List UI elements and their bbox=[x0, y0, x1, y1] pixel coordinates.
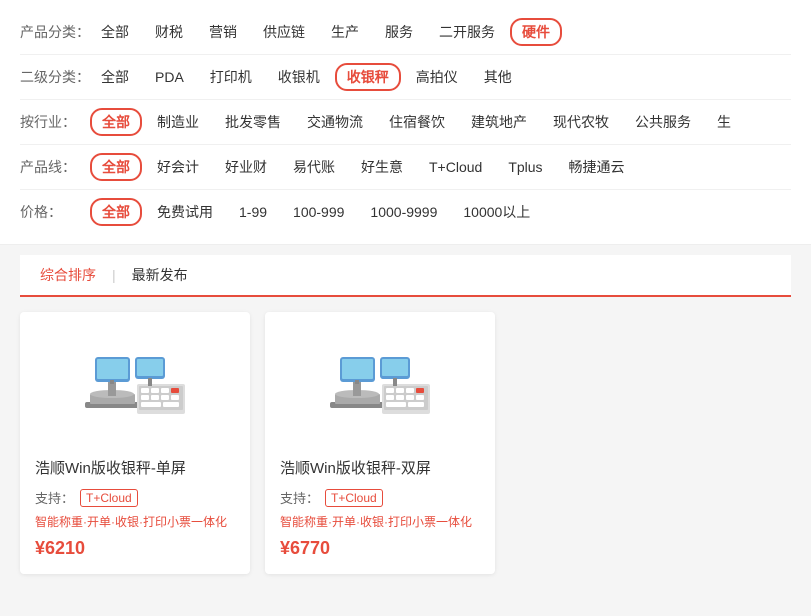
filter-item-price-1000-9999[interactable]: 1000-9999 bbox=[359, 201, 448, 223]
filter-item-category-service[interactable]: 服务 bbox=[374, 19, 424, 45]
filter-item-industry-public[interactable]: 公共服务 bbox=[624, 109, 702, 135]
filter-item-industry-manufacturing[interactable]: 制造业 bbox=[146, 109, 210, 135]
filter-item-line-changjietong[interactable]: 畅捷通云 bbox=[558, 154, 636, 180]
filter-label-industry: 按行业： bbox=[20, 112, 90, 132]
filter-label-product-line: 产品线： bbox=[20, 157, 90, 177]
filter-item-industry-bio[interactable]: 生 bbox=[706, 109, 742, 135]
filter-item-sub-pda[interactable]: PDA bbox=[144, 66, 195, 88]
sort-comprehensive[interactable]: 综合排序 bbox=[30, 261, 106, 289]
filter-item-line-tplus[interactable]: Tplus bbox=[497, 156, 553, 178]
product-desc-1: 智能称重·开单·收银·打印小票一体化 bbox=[35, 513, 235, 530]
filter-item-line-accounting[interactable]: 好会计 bbox=[146, 154, 210, 180]
filter-item-price-100-999[interactable]: 100-999 bbox=[282, 201, 355, 223]
filter-item-price-10000plus[interactable]: 10000以上 bbox=[452, 199, 541, 225]
filter-item-category-opendev[interactable]: 二开服务 bbox=[428, 19, 506, 45]
product-support-label-1: 支持： bbox=[35, 488, 74, 507]
filter-items-industry: 全部 制造业 批发零售 交通物流 住宿餐饮 建筑地产 现代农牧 公共服务 生 bbox=[90, 108, 742, 136]
filter-item-industry-hotel[interactable]: 住宿餐饮 bbox=[378, 109, 456, 135]
product-support-label-2: 支持： bbox=[280, 488, 319, 507]
product-name-2: 浩顺Win版收银秤-双屏 bbox=[280, 457, 480, 478]
filter-row-price: 价格： 全部 免费试用 1-99 100-999 1000-9999 10000… bbox=[20, 190, 791, 234]
product-price-1: ¥6210 bbox=[35, 538, 235, 559]
product-name-1: 浩顺Win版收银秤-单屏 bbox=[35, 457, 235, 478]
filter-item-line-tcloud[interactable]: T+Cloud bbox=[418, 156, 493, 178]
filter-item-sub-printer[interactable]: 打印机 bbox=[199, 64, 263, 90]
filter-items-price: 全部 免费试用 1-99 100-999 1000-9999 10000以上 bbox=[90, 198, 541, 226]
filter-item-sub-cashregister[interactable]: 收银机 bbox=[267, 64, 331, 90]
filter-item-category-all[interactable]: 全部 bbox=[90, 19, 140, 45]
filter-item-category-supply[interactable]: 供应链 bbox=[252, 19, 316, 45]
filter-items-product-line: 全部 好会计 好业财 易代账 好生意 T+Cloud Tplus 畅捷通云 bbox=[90, 153, 636, 181]
product-card-1[interactable]: 浩顺Win版收银秤-单屏 支持： T+Cloud 智能称重·开单·收银·打印小票… bbox=[20, 312, 250, 574]
filter-item-line-finance[interactable]: 好业财 bbox=[214, 154, 278, 180]
filter-item-sub-other[interactable]: 其他 bbox=[473, 64, 523, 90]
filter-row-sub-category: 二级分类： 全部 PDA 打印机 收银机 收银秤 高拍仪 其他 bbox=[20, 55, 791, 100]
filter-row-product-line: 产品线： 全部 好会计 好业财 易代账 好生意 T+Cloud Tplus 畅捷… bbox=[20, 145, 791, 190]
filter-label-sub-category: 二级分类： bbox=[20, 67, 90, 87]
product-support-badge-1: T+Cloud bbox=[80, 489, 138, 507]
product-image-1 bbox=[35, 332, 235, 442]
product-support-1: 支持： T+Cloud bbox=[35, 488, 235, 507]
filter-item-price-1-99[interactable]: 1-99 bbox=[228, 201, 278, 223]
filter-item-sub-all[interactable]: 全部 bbox=[90, 64, 140, 90]
sort-latest[interactable]: 最新发布 bbox=[122, 261, 198, 289]
filter-item-category-production[interactable]: 生产 bbox=[320, 19, 370, 45]
product-desc-2: 智能称重·开单·收银·打印小票一体化 bbox=[280, 513, 480, 530]
filter-label-product-category: 产品分类： bbox=[20, 22, 90, 42]
filter-item-category-marketing[interactable]: 营销 bbox=[198, 19, 248, 45]
product-price-2: ¥6770 bbox=[280, 538, 480, 559]
filter-item-industry-transport[interactable]: 交通物流 bbox=[296, 109, 374, 135]
filter-item-industry-all[interactable]: 全部 bbox=[90, 108, 142, 136]
filter-item-line-agent[interactable]: 易代账 bbox=[282, 154, 346, 180]
filter-item-industry-agriculture[interactable]: 现代农牧 bbox=[542, 109, 620, 135]
product-support-2: 支持： T+Cloud bbox=[280, 488, 480, 507]
filter-label-price: 价格： bbox=[20, 202, 90, 222]
product-support-badge-2: T+Cloud bbox=[325, 489, 383, 507]
filter-item-industry-realestate[interactable]: 建筑地产 bbox=[460, 109, 538, 135]
products-container: 浩顺Win版收银秤-单屏 支持： T+Cloud 智能称重·开单·收银·打印小票… bbox=[0, 297, 811, 589]
filter-row-industry: 按行业： 全部 制造业 批发零售 交通物流 住宿餐饮 建筑地产 现代农牧 公共服… bbox=[20, 100, 791, 145]
filter-item-industry-wholesale[interactable]: 批发零售 bbox=[214, 109, 292, 135]
filter-item-price-all[interactable]: 全部 bbox=[90, 198, 142, 226]
filter-items-sub-category: 全部 PDA 打印机 收银机 收银秤 高拍仪 其他 bbox=[90, 63, 523, 91]
filter-item-line-business[interactable]: 好生意 bbox=[350, 154, 414, 180]
filter-item-line-all[interactable]: 全部 bbox=[90, 153, 142, 181]
filter-item-category-tax[interactable]: 财税 bbox=[144, 19, 194, 45]
filter-items-product-category: 全部 财税 营销 供应链 生产 服务 二开服务 硬件 bbox=[90, 18, 562, 46]
product-illustration-2 bbox=[320, 342, 440, 432]
product-illustration-1 bbox=[75, 342, 195, 432]
filter-item-sub-cashscale[interactable]: 收银秤 bbox=[335, 63, 401, 91]
filter-row-product-category: 产品分类： 全部 财税 营销 供应链 生产 服务 二开服务 硬件 bbox=[20, 10, 791, 55]
filter-item-price-free[interactable]: 免费试用 bbox=[146, 199, 224, 225]
sort-divider: | bbox=[106, 267, 122, 283]
filter-item-sub-highcam[interactable]: 高拍仪 bbox=[405, 64, 469, 90]
product-card-2[interactable]: 浩顺Win版收银秤-双屏 支持： T+Cloud 智能称重·开单·收银·打印小票… bbox=[265, 312, 495, 574]
filter-item-category-hardware[interactable]: 硬件 bbox=[510, 18, 562, 46]
product-image-2 bbox=[280, 332, 480, 442]
